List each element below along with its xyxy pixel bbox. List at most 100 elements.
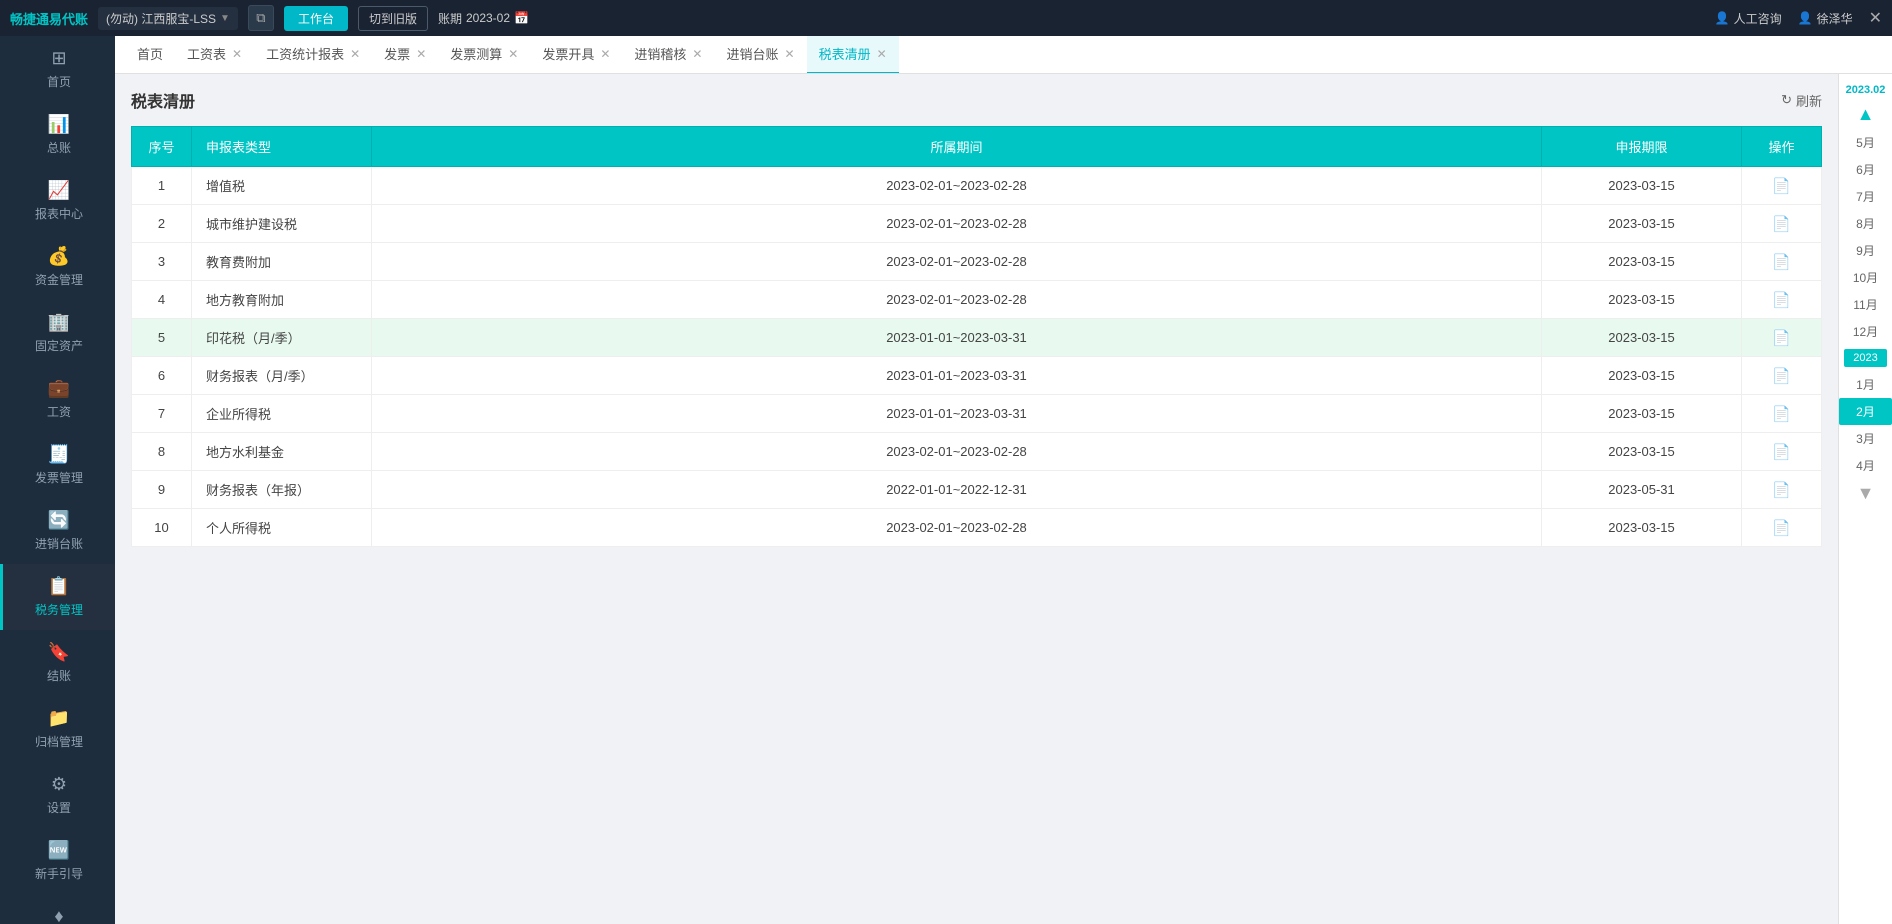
- cell-no: 10: [132, 509, 192, 547]
- company-selector[interactable]: (勿动) 江西服宝-LSS ▼: [98, 7, 238, 30]
- timeline-month-11[interactable]: 11月: [1839, 291, 1892, 318]
- tab-close-icon[interactable]: ✕: [508, 47, 518, 61]
- timeline-year-2023: 2023: [1844, 349, 1886, 367]
- sidebar-item-home[interactable]: ⊞ 首页: [0, 36, 115, 102]
- view-action-icon[interactable]: 📄: [1772, 368, 1791, 385]
- cell-type: 个人所得税: [192, 509, 372, 547]
- view-action-icon[interactable]: 📄: [1772, 254, 1791, 271]
- timeline-month-8[interactable]: 8月: [1839, 210, 1892, 237]
- timeline-month-2023-3[interactable]: 3月: [1839, 425, 1892, 452]
- sidebar-item-guide[interactable]: 🆕 新手引导: [0, 828, 115, 894]
- view-action-icon[interactable]: 📄: [1772, 292, 1791, 309]
- timeline-month-2023-2[interactable]: 2月: [1839, 398, 1892, 425]
- close-icon[interactable]: ✕: [1869, 8, 1882, 28]
- calendar-icon[interactable]: 📅: [514, 11, 529, 25]
- cell-action[interactable]: 📄: [1742, 243, 1822, 281]
- tab-invoice-check[interactable]: 发票测算 ✕: [438, 36, 530, 74]
- view-action-icon[interactable]: 📄: [1772, 216, 1791, 233]
- refresh-button[interactable]: ↻ 刷新: [1781, 91, 1822, 110]
- cell-action[interactable]: 📄: [1742, 205, 1822, 243]
- timeline-month-9[interactable]: 9月: [1839, 237, 1892, 264]
- tab-invoice[interactable]: 发票 ✕: [372, 36, 438, 74]
- workbench-button[interactable]: 工作台: [284, 6, 348, 31]
- tab-close-icon[interactable]: ✕: [232, 47, 242, 61]
- sidebar-item-label: 资金管理: [35, 271, 83, 288]
- cell-action[interactable]: 📄: [1742, 395, 1822, 433]
- tab-label: 工资表: [187, 44, 226, 63]
- tab-close-icon[interactable]: ✕: [877, 47, 887, 61]
- sidebar-item-label: 新手引导: [35, 865, 83, 882]
- sidebar-item-settings[interactable]: ⚙ 设置: [0, 762, 115, 828]
- tab-tax-list[interactable]: 税表清册 ✕: [807, 36, 899, 74]
- tab-close-icon[interactable]: ✕: [692, 47, 702, 61]
- sidebar-item-invoice[interactable]: 🧾 发票管理: [0, 432, 115, 498]
- sidebar-item-tax[interactable]: 📋 税务管理: [0, 564, 115, 630]
- copy-button[interactable]: ⧉: [248, 5, 274, 31]
- tab-invoice-open[interactable]: 发票开具 ✕: [530, 36, 622, 74]
- main-section: 税表清册 ↻ 刷新 序号 申报表类型 所属期间 申报期限 操作: [115, 74, 1838, 924]
- sidebar-item-vip[interactable]: ♦ 畅会员: [0, 894, 115, 924]
- cell-action[interactable]: 📄: [1742, 167, 1822, 205]
- tab-inout-check[interactable]: 进销稽核 ✕: [622, 36, 714, 74]
- view-action-icon[interactable]: 📄: [1772, 520, 1791, 537]
- user-menu[interactable]: 👤 徐泽华: [1798, 10, 1853, 27]
- cell-period: 2023-02-01~2023-02-28: [372, 167, 1542, 205]
- sidebar-item-label: 进销台账: [35, 535, 83, 552]
- sidebar-item-fund[interactable]: 💰 资金管理: [0, 234, 115, 300]
- timeline-month-10[interactable]: 10月: [1839, 264, 1892, 291]
- view-action-icon[interactable]: 📄: [1772, 406, 1791, 423]
- cell-no: 7: [132, 395, 192, 433]
- sidebar-item-label: 工资: [47, 403, 71, 420]
- timeline-month-2023-4[interactable]: 4月: [1839, 452, 1892, 479]
- tab-close-icon[interactable]: ✕: [600, 47, 610, 61]
- cell-action[interactable]: 📄: [1742, 319, 1822, 357]
- col-header-period: 所属期间: [372, 127, 1542, 167]
- cell-type: 教育费附加: [192, 243, 372, 281]
- history-mode-button[interactable]: 切到旧版: [358, 6, 428, 31]
- avatar-icon: 👤: [1798, 11, 1813, 25]
- timeline-month-12[interactable]: 12月: [1839, 318, 1892, 345]
- sidebar-item-archive[interactable]: 📁 归档管理: [0, 696, 115, 762]
- tab-label: 首页: [137, 44, 163, 63]
- timeline-month-2023-1[interactable]: 1月: [1839, 371, 1892, 398]
- sidebar-item-fixed-assets[interactable]: 🏢 固定资产: [0, 300, 115, 366]
- cell-type: 财务报表（月/季）: [192, 357, 372, 395]
- cell-action[interactable]: 📄: [1742, 471, 1822, 509]
- cell-period: 2023-02-01~2023-02-28: [372, 509, 1542, 547]
- service-icon: 👤: [1715, 11, 1730, 25]
- tab-close-icon[interactable]: ✕: [350, 47, 360, 61]
- tab-close-icon[interactable]: ✕: [416, 47, 426, 61]
- table-row: 2城市维护建设税2023-02-01~2023-02-282023-03-15📄: [132, 205, 1822, 243]
- timeline-month-7[interactable]: 7月: [1839, 183, 1892, 210]
- timeline-nav-down[interactable]: ▼: [1857, 479, 1875, 508]
- tab-close-icon[interactable]: ✕: [785, 47, 795, 61]
- cell-action[interactable]: 📄: [1742, 433, 1822, 471]
- cell-action[interactable]: 📄: [1742, 281, 1822, 319]
- customer-service-button[interactable]: 👤 人工咨询: [1715, 10, 1782, 27]
- tab-salary[interactable]: 工资表 ✕: [175, 36, 254, 74]
- tab-inout-ledger[interactable]: 进销台账 ✕: [714, 36, 806, 74]
- sidebar-item-label: 设置: [47, 799, 71, 816]
- cell-action[interactable]: 📄: [1742, 357, 1822, 395]
- sidebar-item-ledger[interactable]: 📊 总账: [0, 102, 115, 168]
- cell-period: 2023-01-01~2023-03-31: [372, 395, 1542, 433]
- view-action-icon[interactable]: 📄: [1772, 330, 1791, 347]
- cell-action[interactable]: 📄: [1742, 509, 1822, 547]
- tab-salary-report[interactable]: 工资统计报表 ✕: [254, 36, 372, 74]
- page-header: 税表清册 ↻ 刷新: [131, 88, 1822, 112]
- sidebar-item-inout[interactable]: 🔄 进销台账: [0, 498, 115, 564]
- cell-deadline: 2023-03-15: [1542, 433, 1742, 471]
- settle-icon: 🔖: [48, 642, 70, 663]
- timeline-month-5[interactable]: 5月: [1839, 129, 1892, 156]
- timeline-nav-up[interactable]: ▲: [1857, 100, 1875, 129]
- table-row: 4地方教育附加2023-02-01~2023-02-282023-03-15📄: [132, 281, 1822, 319]
- sidebar-item-salary[interactable]: 💼 工资: [0, 366, 115, 432]
- timeline-month-6[interactable]: 6月: [1839, 156, 1892, 183]
- home-icon: ⊞: [51, 48, 66, 69]
- sidebar-item-report[interactable]: 📈 报表中心: [0, 168, 115, 234]
- view-action-icon[interactable]: 📄: [1772, 444, 1791, 461]
- view-action-icon[interactable]: 📄: [1772, 482, 1791, 499]
- sidebar-item-settle[interactable]: 🔖 结账: [0, 630, 115, 696]
- tab-home[interactable]: 首页: [125, 36, 175, 74]
- view-action-icon[interactable]: 📄: [1772, 178, 1791, 195]
